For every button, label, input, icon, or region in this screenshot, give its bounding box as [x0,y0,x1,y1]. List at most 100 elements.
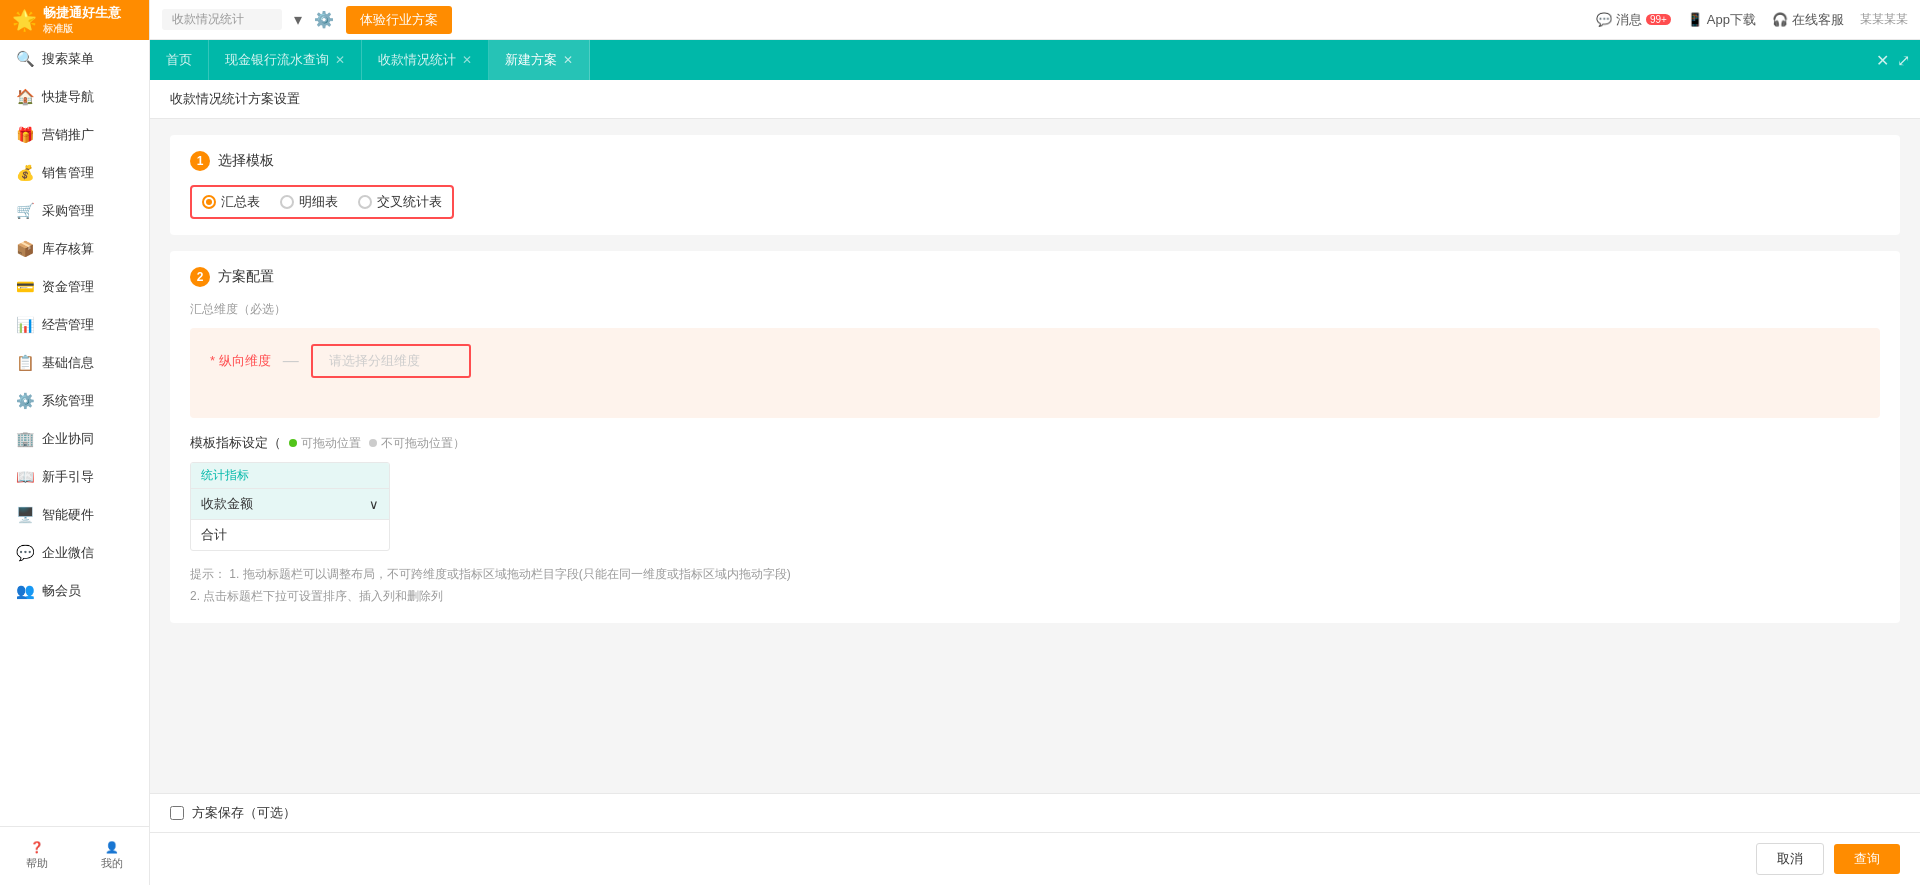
sidebar-item-basic-info[interactable]: 📋 基础信息 [0,344,149,382]
tab-bank-flow[interactable]: 现金银行流水查询 ✕ [209,40,362,80]
message-icon: 💬 [1596,12,1612,27]
headset-icon: 🎧 [1772,12,1788,27]
action-bar: 取消 查询 [150,832,1920,885]
content-area: 收款情况统计方案设置 1 选择模板 汇总表 明细表 [150,80,1920,885]
cancel-button[interactable]: 取消 [1756,843,1824,875]
content-body: 1 选择模板 汇总表 明细表 交叉统计表 [150,119,1920,793]
page-title: 收款情况统计方案设置 [150,80,1920,119]
metrics-hint-draggable: 可拖动位置 不可拖动位置） [289,435,465,452]
stats-col-header[interactable]: 收款金额 ∨ [191,489,389,520]
sidebar-item-quick-nav[interactable]: 🏠 快捷导航 [0,78,149,116]
sidebar: 🌟 畅捷通好生意 标准版 🔍 搜索菜单 🏠 快捷导航 🎁 营销推广 💰 销售管理… [0,0,150,885]
metrics-setting-label: 模板指标设定（ 可拖动位置 不可拖动位置） [190,434,1880,452]
book-icon: 📖 [16,468,34,486]
stats-cell-total: 合计 [191,520,389,550]
card-icon: 💳 [16,278,34,296]
col-chevron-icon: ∨ [369,497,379,512]
sidebar-item-wechat[interactable]: 💬 企业微信 [0,534,149,572]
save-checkbox[interactable] [170,806,184,820]
section1-label: 选择模板 [218,152,274,170]
tips-area: 提示： 1. 拖动标题栏可以调整布局，不可跨维度或指标区域拖动栏目字段(只能在同… [190,564,1880,607]
cart-icon: 🛒 [16,202,34,220]
section-template: 1 选择模板 汇总表 明细表 交叉统计表 [170,135,1900,235]
dimension-group-title: 汇总维度（必选） [190,301,1880,318]
radio-cross-circle [358,195,372,209]
query-button[interactable]: 查询 [1834,844,1900,874]
sidebar-item-purchase[interactable]: 🛒 采购管理 [0,192,149,230]
logo-badge: 标准版 [43,22,121,36]
sidebar-item-corp[interactable]: 🏢 企业协同 [0,420,149,458]
topbar-dropdown-button[interactable]: ▾ [294,10,302,29]
dimension-row-vertical: 纵向维度 — 请选择分组维度 [210,344,1860,378]
sidebar-item-system[interactable]: ⚙️ 系统管理 [0,382,149,420]
sidebar-user[interactable]: 👤 我的 [75,835,150,877]
sidebar-bottom: ❓ 帮助 👤 我的 [0,826,149,885]
monitor-icon: 🖥️ [16,506,34,524]
dimension-placeholder[interactable]: 请选择分组维度 [311,344,471,378]
help-icon: ❓ [30,841,44,854]
app-logo: 🌟 畅捷通好生意 标准版 [0,0,149,40]
logo-text: 畅捷通好生意 [43,4,121,22]
sidebar-item-search[interactable]: 🔍 搜索菜单 [0,40,149,78]
tip1: 提示： 1. 拖动标题栏可以调整布局，不可跨维度或指标区域拖动栏目字段(只能在同… [190,564,1880,586]
message-badge: 99+ [1646,14,1671,25]
tab-receipt-stats[interactable]: 收款情况统计 ✕ [362,40,489,80]
clipboard-icon: 📋 [16,354,34,372]
dimension-arrow: — [283,352,299,370]
service-button[interactable]: 🎧 在线客服 [1772,11,1844,29]
app-download-button[interactable]: 📱 App下载 [1687,11,1756,29]
topbar-breadcrumb: 收款情况统计 [162,9,282,30]
tab-close-receipt-stats[interactable]: ✕ [462,53,472,67]
drag-dot-green [289,439,297,447]
stats-table: 统计指标 收款金额 ∨ 合计 [190,462,390,551]
section1-title: 1 选择模板 [190,151,1880,171]
sidebar-item-operation[interactable]: 📊 经营管理 [0,306,149,344]
sidebar-item-guide[interactable]: 📖 新手引导 [0,458,149,496]
tip2: 2. 点击标题栏下拉可设置排序、插入列和删除列 [190,586,1880,608]
section-plan-config: 2 方案配置 汇总维度（必选） 纵向维度 — 请选择分组维度 模板指标设定（ [170,251,1900,623]
tab-close-all-button[interactable]: ✕ [1876,51,1889,70]
box-icon: 📦 [16,240,34,258]
chat-icon: 💬 [16,544,34,562]
radio-detail[interactable]: 明细表 [280,193,338,211]
radio-summary-circle [202,195,216,209]
sidebar-item-member[interactable]: 👥 畅会员 [0,572,149,610]
tab-expand-button[interactable]: ⤢ [1897,51,1910,70]
user-name: 某某某某 [1860,11,1908,28]
radio-cross[interactable]: 交叉统计表 [358,193,442,211]
tab-close-new-plan[interactable]: ✕ [563,53,573,67]
user-icon: 👤 [105,841,119,854]
search-icon: 🔍 [16,50,34,68]
logo-icon: 🌟 [12,8,37,32]
stats-header: 统计指标 [191,463,389,489]
chart-icon: 📊 [16,316,34,334]
sidebar-item-inventory[interactable]: 📦 库存核算 [0,230,149,268]
trial-button[interactable]: 体验行业方案 [346,6,452,34]
main-area: 收款情况统计 ▾ ⚙️ 体验行业方案 💬 消息 99+ 📱 App下载 🎧 在线… [150,0,1920,885]
section2-label: 方案配置 [218,268,274,286]
download-icon: 📱 [1687,12,1703,27]
drag-dot-gray [369,439,377,447]
building-icon: 🏢 [16,430,34,448]
tabbar: 首页 现金银行流水查询 ✕ 收款情况统计 ✕ 新建方案 ✕ ✕ ⤢ [150,40,1920,80]
dimension-area: 纵向维度 — 请选择分组维度 [190,328,1880,418]
topbar: 收款情况统计 ▾ ⚙️ 体验行业方案 💬 消息 99+ 📱 App下载 🎧 在线… [150,0,1920,40]
section1-num: 1 [190,151,210,171]
money-icon: 💰 [16,164,34,182]
gift-icon: 🎁 [16,126,34,144]
radio-summary[interactable]: 汇总表 [202,193,260,211]
message-button[interactable]: 💬 消息 99+ [1596,11,1671,29]
sidebar-help[interactable]: ❓ 帮助 [0,835,75,877]
topbar-right: 💬 消息 99+ 📱 App下载 🎧 在线客服 某某某某 [1596,11,1908,29]
settings-icon[interactable]: ⚙️ [314,10,334,29]
tab-home[interactable]: 首页 [150,40,209,80]
radio-detail-circle [280,195,294,209]
sidebar-item-sales[interactable]: 💰 销售管理 [0,154,149,192]
sidebar-item-hardware[interactable]: 🖥️ 智能硬件 [0,496,149,534]
tab-new-plan[interactable]: 新建方案 ✕ [489,40,590,80]
tabbar-actions: ✕ ⤢ [1866,40,1920,80]
home-icon: 🏠 [16,88,34,106]
tab-close-bank-flow[interactable]: ✕ [335,53,345,67]
sidebar-item-finance[interactable]: 💳 资金管理 [0,268,149,306]
sidebar-item-marketing[interactable]: 🎁 营销推广 [0,116,149,154]
